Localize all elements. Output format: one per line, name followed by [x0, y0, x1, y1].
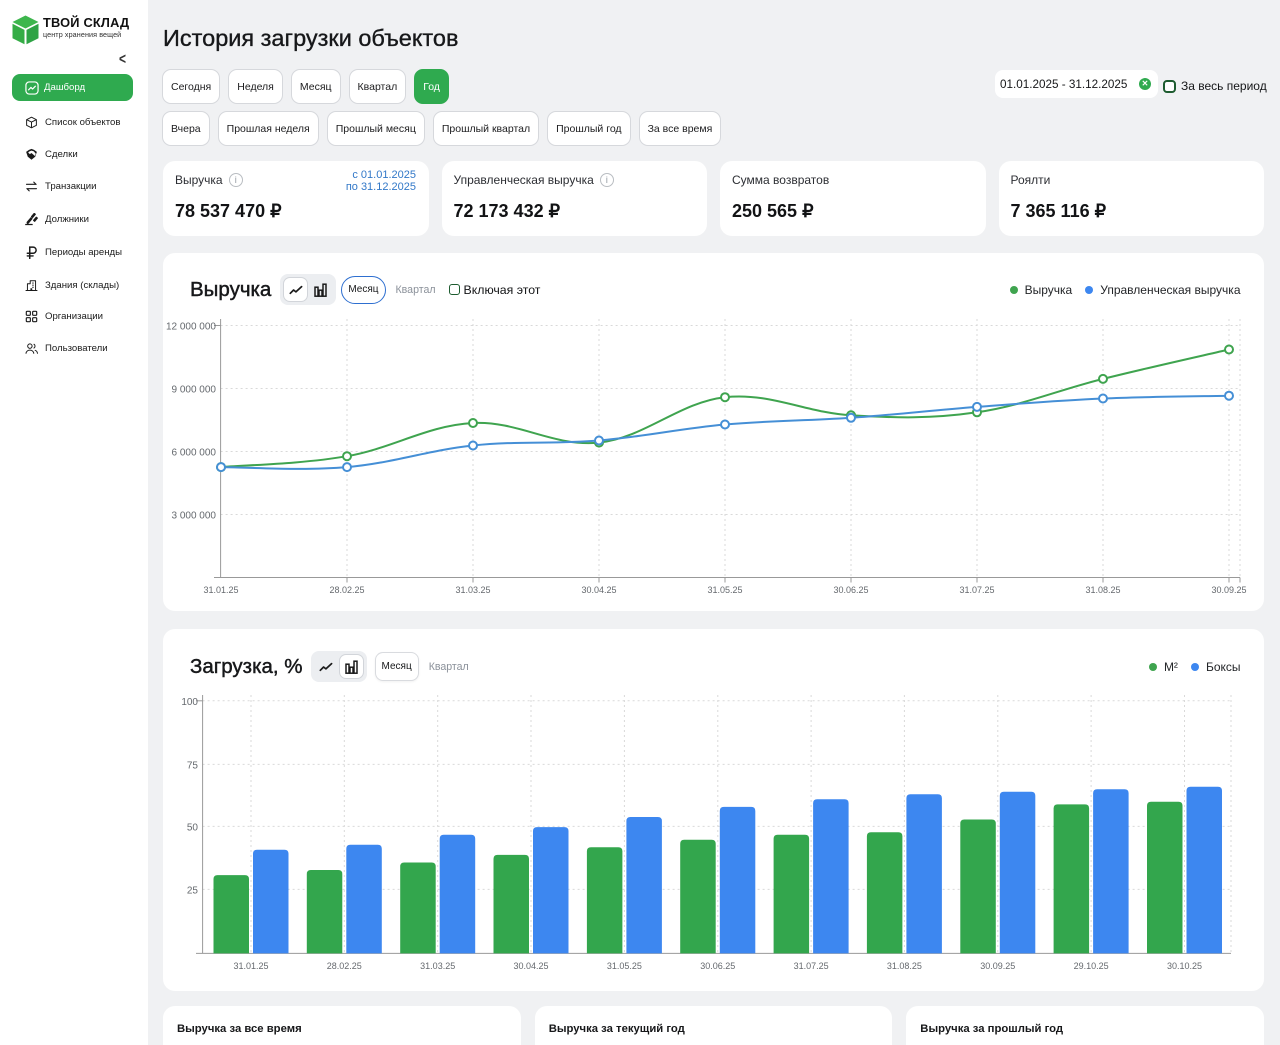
- svg-text:30.06.25: 30.06.25: [700, 961, 735, 971]
- svg-text:31.01.25: 31.01.25: [203, 585, 238, 595]
- svg-text:30.04.25: 30.04.25: [513, 961, 548, 971]
- svg-text:31.05.25: 31.05.25: [707, 585, 742, 595]
- svg-text:30.04.25: 30.04.25: [581, 585, 616, 595]
- svg-text:30.09.25: 30.09.25: [1211, 585, 1246, 595]
- svg-text:100: 100: [181, 697, 198, 708]
- svg-text:6 000 000: 6 000 000: [172, 448, 217, 459]
- svg-text:31.08.25: 31.08.25: [887, 961, 922, 971]
- svg-text:9 000 000: 9 000 000: [172, 385, 217, 396]
- svg-text:31.08.25: 31.08.25: [1085, 585, 1120, 595]
- svg-text:28.02.25: 28.02.25: [327, 961, 362, 971]
- svg-text:75: 75: [187, 760, 199, 771]
- svg-text:28.02.25: 28.02.25: [329, 585, 364, 595]
- svg-text:31.07.25: 31.07.25: [794, 961, 829, 971]
- svg-text:31.03.25: 31.03.25: [455, 585, 490, 595]
- svg-text:30.10.25: 30.10.25: [1167, 961, 1202, 971]
- svg-text:31.01.25: 31.01.25: [233, 961, 268, 971]
- svg-text:31.07.25: 31.07.25: [959, 585, 994, 595]
- svg-text:30.06.25: 30.06.25: [833, 585, 868, 595]
- svg-text:30.09.25: 30.09.25: [980, 961, 1015, 971]
- svg-text:12 000 000: 12 000 000: [166, 322, 216, 333]
- svg-text:31.03.25: 31.03.25: [420, 961, 455, 971]
- svg-text:31.05.25: 31.05.25: [607, 961, 642, 971]
- svg-text:50: 50: [187, 822, 199, 833]
- svg-text:25: 25: [187, 885, 199, 896]
- svg-text:29.10.25: 29.10.25: [1074, 961, 1109, 971]
- svg-text:3 000 000: 3 000 000: [172, 511, 217, 522]
